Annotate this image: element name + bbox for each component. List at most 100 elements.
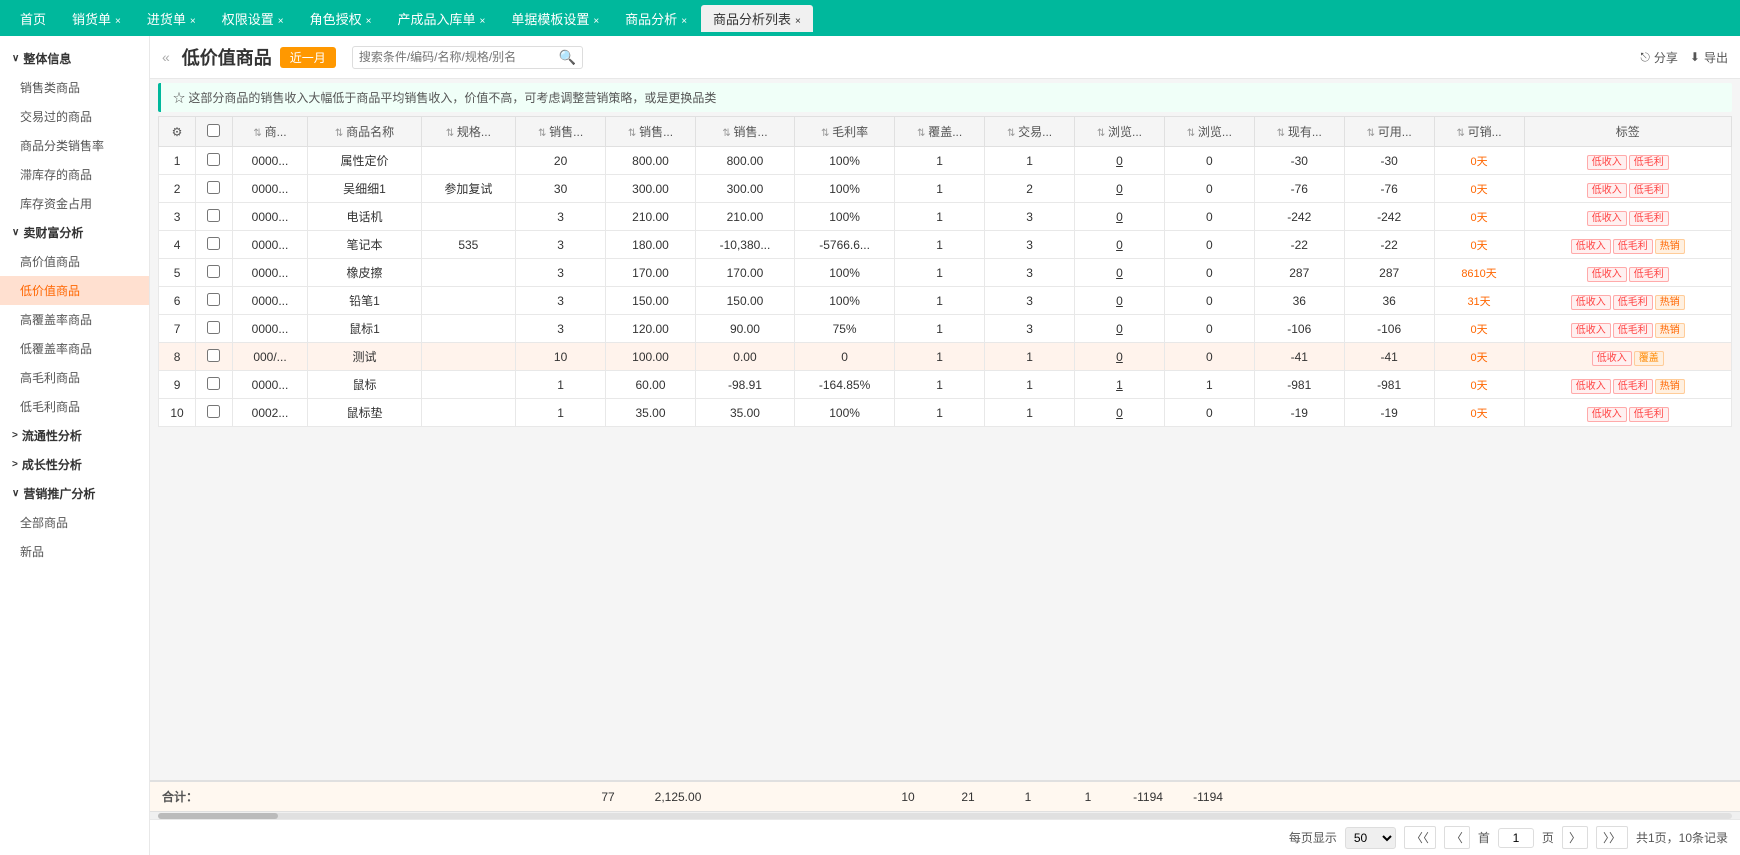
scrollbar-area[interactable] (150, 811, 1740, 819)
scrollbar-track[interactable] (158, 813, 1732, 819)
nav-item-进货单[interactable]: 进货单× (135, 5, 208, 32)
th-available[interactable]: 可用... (1344, 117, 1434, 147)
th-coverage[interactable]: 覆盖... (895, 117, 985, 147)
nav-item-单据模板设置[interactable]: 单据模板设置× (499, 5, 611, 32)
cell-view1[interactable]: 0 (1074, 203, 1164, 231)
cell-checkbox[interactable] (196, 203, 233, 231)
scrollbar-thumb[interactable] (158, 813, 278, 819)
cell-checkbox[interactable] (196, 231, 233, 259)
row-checkbox[interactable] (207, 181, 220, 194)
close-icon[interactable]: × (795, 16, 801, 27)
sidebar-item-交易过的商品[interactable]: 交易过的商品 (0, 102, 149, 131)
th-trade[interactable]: 交易... (985, 117, 1075, 147)
sidebar-section-营销推广分析[interactable]: ∨营销推广分析 (0, 479, 149, 508)
nav-item-商品分析[interactable]: 商品分析× (613, 5, 699, 32)
nav-item-产成品入库单[interactable]: 产成品入库单× (385, 5, 497, 32)
cell-view1[interactable]: 0 (1074, 287, 1164, 315)
cell-view2: 0 (1164, 287, 1254, 315)
sidebar-item-滞库存的商品[interactable]: 滞库存的商品 (0, 160, 149, 189)
th-stock[interactable]: 现有... (1254, 117, 1344, 147)
cell-checkbox[interactable] (196, 259, 233, 287)
next-page-button[interactable]: 〉 (1562, 826, 1588, 849)
th-view2[interactable]: 浏览... (1164, 117, 1254, 147)
collapse-button[interactable]: « (162, 49, 170, 65)
export-button[interactable]: ⬇ 导出 (1690, 49, 1728, 66)
close-icon[interactable]: × (681, 16, 687, 27)
sidebar-section-流通性分析[interactable]: >流通性分析 (0, 421, 149, 450)
sidebar-item-高覆盖率商品[interactable]: 高覆盖率商品 (0, 305, 149, 334)
data-table: ⚙ 商... 商品名称 规格... 销售... 销售... 销售... 毛利率 … (158, 116, 1732, 427)
th-margin[interactable]: 毛利率 (795, 117, 895, 147)
cell-checkbox[interactable] (196, 371, 233, 399)
row-checkbox[interactable] (207, 237, 220, 250)
last-page-button[interactable]: 〉〉 (1596, 826, 1628, 849)
th-check[interactable] (196, 117, 233, 147)
sidebar-item-新品[interactable]: 新品 (0, 537, 149, 566)
prev-page-button[interactable]: 〈 (1444, 826, 1470, 849)
cell-checkbox[interactable] (196, 287, 233, 315)
share-button[interactable]: ⎋ 分享 (1640, 49, 1678, 66)
th-gear[interactable]: ⚙ (159, 117, 196, 147)
th-s3[interactable]: 销售... (695, 117, 794, 147)
cell-view1[interactable]: 0 (1074, 315, 1164, 343)
close-icon[interactable]: × (190, 16, 196, 27)
th-spec[interactable]: 规格... (421, 117, 516, 147)
row-checkbox[interactable] (207, 293, 220, 306)
th-sellable[interactable]: 可销... (1434, 117, 1524, 147)
close-icon[interactable]: × (479, 16, 485, 27)
nav-item-首页[interactable]: 首页 (8, 5, 58, 32)
search-icon[interactable]: 🔍 (559, 49, 576, 66)
sidebar-item-低价值商品[interactable]: 低价值商品 (0, 276, 149, 305)
th-name[interactable]: 商品名称 (308, 117, 421, 147)
row-checkbox[interactable] (207, 377, 220, 390)
sidebar-item-库存资金占用[interactable]: 库存资金占用 (0, 189, 149, 218)
th-view1[interactable]: 浏览... (1074, 117, 1164, 147)
cell-view1[interactable]: 0 (1074, 259, 1164, 287)
search-input[interactable] (359, 50, 559, 64)
close-icon[interactable]: × (593, 16, 599, 27)
cell-view1[interactable]: 0 (1074, 231, 1164, 259)
row-checkbox[interactable] (207, 405, 220, 418)
page-size-select[interactable]: 50 100 200 (1345, 827, 1396, 849)
sidebar-item-全部商品[interactable]: 全部商品 (0, 508, 149, 537)
cell-view1[interactable]: 0 (1074, 175, 1164, 203)
row-checkbox[interactable] (207, 265, 220, 278)
filter-button[interactable]: 近一月 (280, 47, 336, 68)
nav-item-商品分析列表[interactable]: 商品分析列表× (701, 5, 813, 32)
sidebar-item-高毛利商品[interactable]: 高毛利商品 (0, 363, 149, 392)
cell-checkbox[interactable] (196, 315, 233, 343)
row-checkbox[interactable] (207, 153, 220, 166)
cell-checkbox[interactable] (196, 343, 233, 371)
sidebar-item-低毛利商品[interactable]: 低毛利商品 (0, 392, 149, 421)
nav-item-销货单[interactable]: 销货单× (60, 5, 133, 32)
sidebar-section-卖财富分析[interactable]: ∨卖财富分析 (0, 218, 149, 247)
nav-item-角色授权[interactable]: 角色授权× (298, 5, 384, 32)
sidebar-section-成长性分析[interactable]: >成长性分析 (0, 450, 149, 479)
close-icon[interactable]: × (278, 16, 284, 27)
sidebar-item-低覆盖率商品[interactable]: 低覆盖率商品 (0, 334, 149, 363)
table-container[interactable]: ⚙ 商... 商品名称 规格... 销售... 销售... 销售... 毛利率 … (150, 116, 1740, 780)
close-icon[interactable]: × (366, 16, 372, 27)
nav-item-权限设置[interactable]: 权限设置× (210, 5, 296, 32)
page-input[interactable] (1498, 828, 1534, 848)
cell-view1[interactable]: 1 (1074, 371, 1164, 399)
cell-view1[interactable]: 0 (1074, 399, 1164, 427)
sidebar-item-商品分类销售率[interactable]: 商品分类销售率 (0, 131, 149, 160)
select-all-checkbox[interactable] (207, 124, 220, 137)
row-checkbox[interactable] (207, 209, 220, 222)
th-code[interactable]: 商... (232, 117, 308, 147)
th-s1[interactable]: 销售... (516, 117, 606, 147)
cell-view1[interactable]: 0 (1074, 147, 1164, 175)
sidebar-item-销售类商品[interactable]: 销售类商品 (0, 73, 149, 102)
th-s2[interactable]: 销售... (606, 117, 696, 147)
cell-checkbox[interactable] (196, 175, 233, 203)
cell-checkbox[interactable] (196, 399, 233, 427)
cell-checkbox[interactable] (196, 147, 233, 175)
cell-view1[interactable]: 0 (1074, 343, 1164, 371)
row-checkbox[interactable] (207, 321, 220, 334)
sidebar-section-整体信息[interactable]: ∨整体信息 (0, 44, 149, 73)
sidebar-item-高价值商品[interactable]: 高价值商品 (0, 247, 149, 276)
close-icon[interactable]: × (115, 16, 121, 27)
first-page-button[interactable]: 〈〈 (1404, 826, 1436, 849)
row-checkbox[interactable] (207, 349, 220, 362)
